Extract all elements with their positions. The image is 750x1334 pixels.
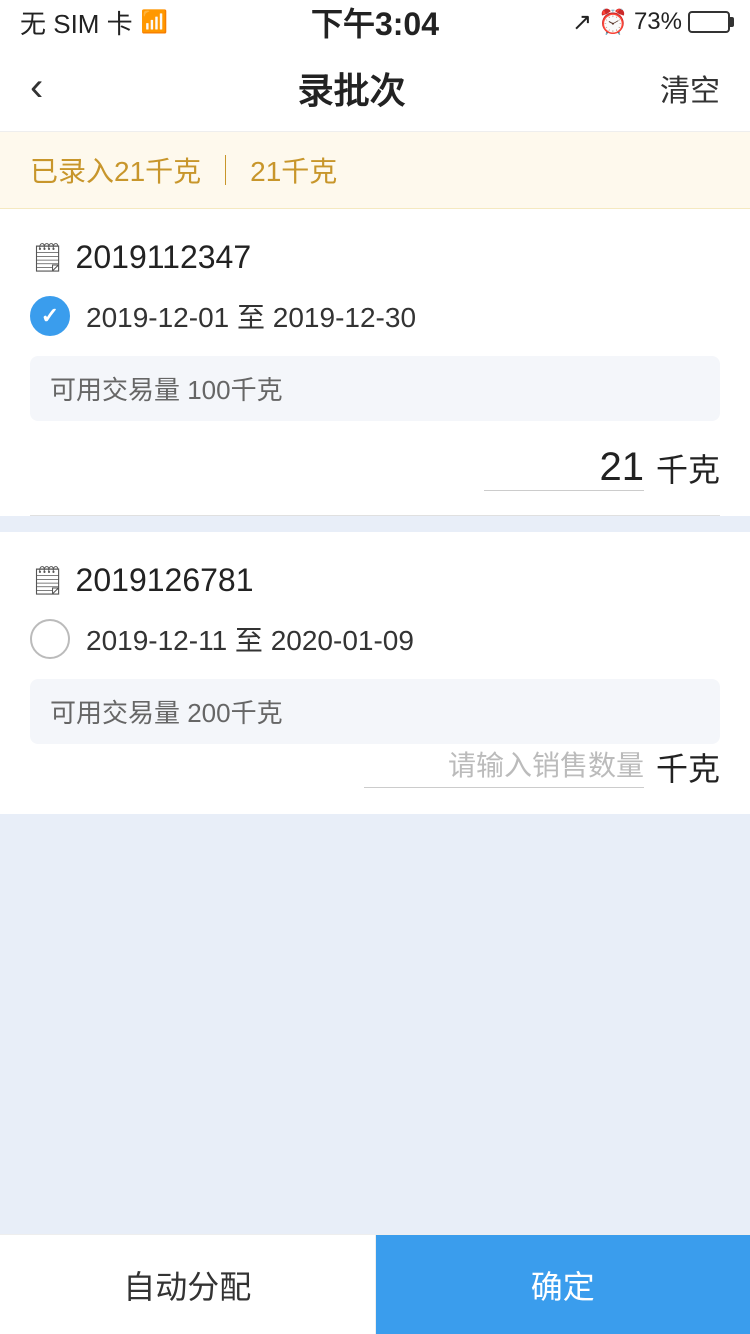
batch1-icon: 🗒 [30,241,66,274]
status-right: ↗ ⏰ 73% [572,8,730,37]
summary-divider [225,155,226,185]
batch-card-2: 🗒 2019126781 2019-12-11 至 2020-01-09 可用交… [0,532,750,814]
batch2-number: 2019126781 [76,562,254,599]
batch2-unit: 千克 [656,744,720,790]
batch1-availability: 可用交易量 100千克 [30,356,720,421]
page-title: 录批次 [298,62,406,114]
batch2-availability: 可用交易量 200千克 [30,679,720,744]
batch2-radio[interactable] [30,619,70,659]
batch1-header: 🗒 2019112347 [0,209,750,286]
status-left: 无 SIM 卡 📶 [20,4,168,41]
status-bar: 无 SIM 卡 📶 下午3:04 ↗ ⏰ 73% [0,0,750,44]
alarm-icon: ⏰ [598,8,628,37]
batch2-row[interactable]: 2019-12-11 至 2020-01-09 [0,609,750,669]
batch2-amount-input[interactable] [364,746,644,788]
footer: 自动分配 确定 [0,1234,750,1334]
battery-icon [688,11,730,33]
batch1-row[interactable]: 2019-12-01 至 2019-12-30 [0,286,750,346]
batch-card-1: 🗒 2019112347 2019-12-01 至 2019-12-30 可用交… [0,209,750,516]
status-time: 下午3:04 [311,0,439,45]
batch1-radio[interactable] [30,296,70,336]
batch1-amount-row: 千克 [0,421,750,491]
total-label: 21千克 [250,150,337,190]
location-icon: ↗ [572,8,592,37]
gray-area [0,814,750,1294]
batch1-amount-input[interactable] [484,445,644,491]
batch2-header: 🗒 2019126781 [0,532,750,609]
batch1-date: 2019-12-01 至 2019-12-30 [86,296,416,336]
batch2-date: 2019-12-11 至 2020-01-09 [86,619,414,659]
summary-bar: 已录入21千克 21千克 [0,132,750,209]
nav-bar: ‹ 录批次 清空 [0,44,750,132]
batch2-icon: 🗒 [30,564,66,597]
batch1-number: 2019112347 [76,239,252,276]
batch1-unit: 千克 [656,445,720,491]
confirm-button[interactable]: 确定 [376,1235,750,1334]
clear-button[interactable]: 清空 [660,66,720,110]
batch2-amount-row: 千克 [0,744,750,814]
section-separator [0,516,750,532]
recorded-label: 已录入21千克 [30,150,201,190]
wifi-icon: 📶 [141,9,168,35]
auto-distribute-button[interactable]: 自动分配 [0,1235,376,1334]
battery-percent: 73% [634,8,682,36]
back-button[interactable]: ‹ [30,65,43,110]
carrier-label: 无 SIM 卡 [20,4,133,41]
